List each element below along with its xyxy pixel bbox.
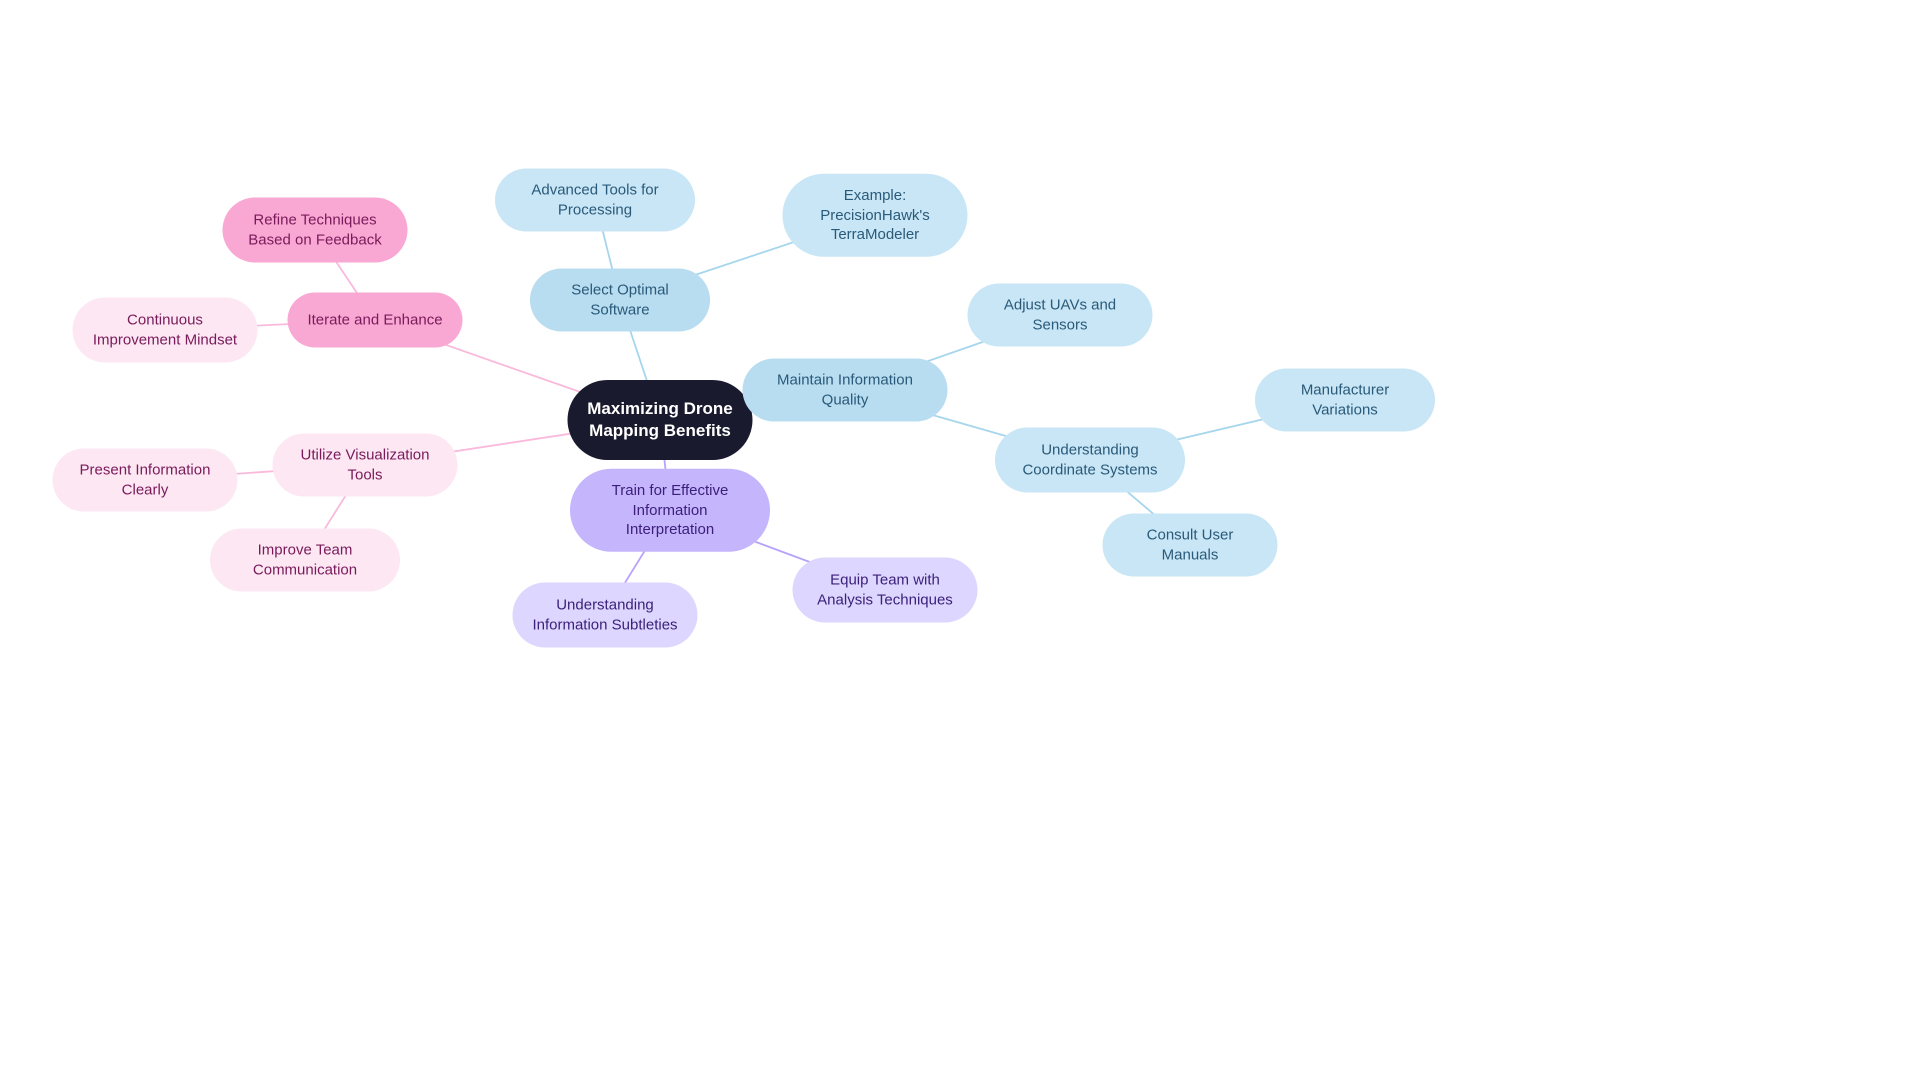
adjust-uavs-node[interactable]: Adjust UAVs and Sensors — [968, 284, 1153, 347]
present-info-node[interactable]: Present Information Clearly — [53, 449, 238, 512]
select-software-node[interactable]: Select Optimal Software — [530, 269, 710, 332]
maintain-quality-node[interactable]: Maintain Information Quality — [743, 359, 948, 422]
continuous-mindset-node[interactable]: Continuous Improvement Mindset — [73, 298, 258, 363]
manufacturer-node[interactable]: Manufacturer Variations — [1255, 369, 1435, 432]
consult-manuals-node[interactable]: Consult User Manuals — [1103, 514, 1278, 577]
refine-techniques-node[interactable]: Refine Techniques Based on Feedback — [223, 198, 408, 263]
advanced-tools-node[interactable]: Advanced Tools for Processing — [495, 169, 695, 232]
coord-systems-node[interactable]: Understanding Coordinate Systems — [995, 428, 1185, 493]
improve-comm-node[interactable]: Improve Team Communication — [210, 529, 400, 592]
center-node[interactable]: Maximizing Drone Mapping Benefits — [568, 380, 753, 460]
equip-team-node[interactable]: Equip Team with Analysis Techniques — [793, 558, 978, 623]
mind-map-container: Maximizing Drone Mapping Benefits Select … — [0, 0, 1920, 1083]
iterate-enhance-node[interactable]: Iterate and Enhance — [288, 293, 463, 348]
train-effective-node[interactable]: Train for Effective Information Interpre… — [570, 469, 770, 552]
precisionhawk-node[interactable]: Example: PrecisionHawk's TerraModeler — [783, 174, 968, 257]
utilize-viz-node[interactable]: Utilize Visualization Tools — [273, 434, 458, 497]
info-subtleties-node[interactable]: Understanding Information Subtleties — [513, 583, 698, 648]
